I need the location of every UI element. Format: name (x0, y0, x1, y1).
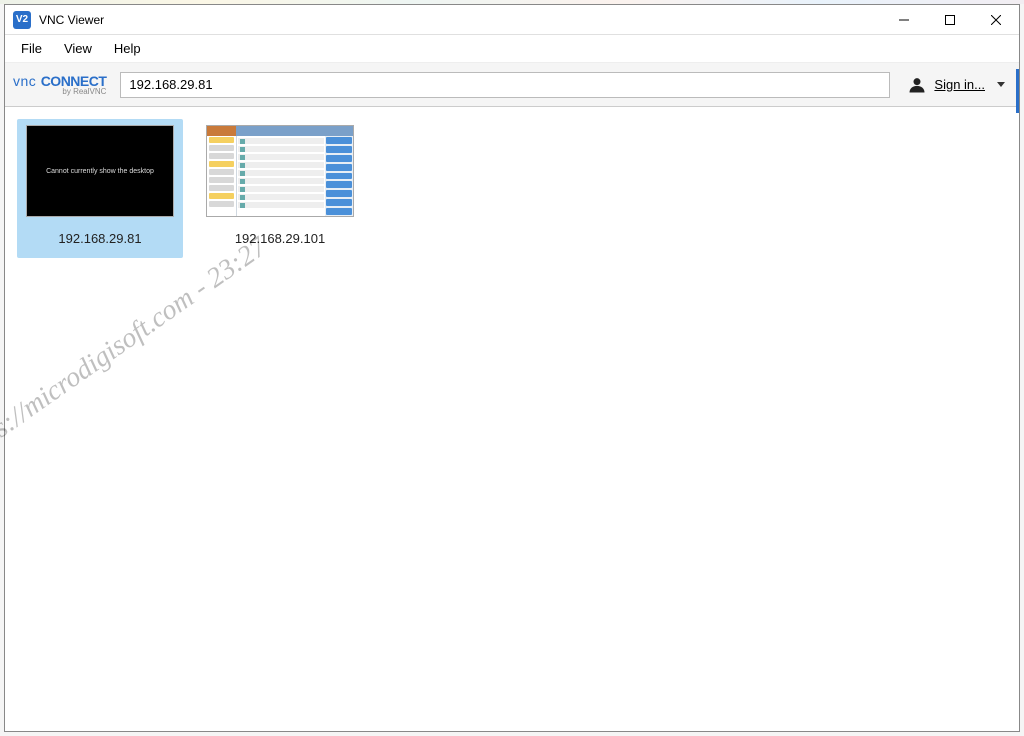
address-input[interactable] (120, 72, 890, 98)
window-controls (881, 5, 1019, 34)
menu-help[interactable]: Help (104, 37, 151, 60)
maximize-button[interactable] (927, 5, 973, 34)
logo-byline: by RealVNC (62, 88, 106, 96)
vnc-connect-logo: vnc CONNECT by RealVNC (13, 74, 106, 96)
maximize-icon (945, 15, 955, 25)
user-icon (906, 74, 928, 96)
thumbnail-message: Cannot currently show the desktop (46, 168, 154, 175)
sign-in-label: Sign in... (934, 77, 985, 92)
logo-vnc-text: vnc (13, 73, 36, 89)
minimize-icon (899, 15, 909, 25)
menu-file[interactable]: File (11, 37, 52, 60)
vnc-viewer-window: V2 VNC Viewer File View Help vnc CONNECT… (4, 4, 1020, 732)
menubar: File View Help (5, 35, 1019, 63)
minimize-button[interactable] (881, 5, 927, 34)
connection-thumbnail: Cannot currently show the desktop (26, 125, 174, 217)
connection-card[interactable]: Cannot currently show the desktop 192.16… (17, 119, 183, 258)
app-icon: V2 (13, 11, 31, 29)
toolbar: vnc CONNECT by RealVNC Sign in... (5, 63, 1019, 107)
connection-label: 192.168.29.101 (235, 231, 325, 246)
connection-thumbnail (206, 125, 354, 217)
connections-grid: Cannot currently show the desktop 192.16… (5, 107, 1019, 731)
connection-card[interactable]: 192.168.29.101 (197, 119, 363, 258)
connection-label: 192.168.29.81 (58, 231, 141, 246)
menu-view[interactable]: View (54, 37, 102, 60)
close-icon (991, 15, 1001, 25)
sign-in-button[interactable]: Sign in... (900, 74, 1011, 96)
chevron-down-icon (997, 82, 1005, 87)
window-title: VNC Viewer (39, 13, 881, 27)
edge-accent (1016, 69, 1019, 113)
titlebar: V2 VNC Viewer (5, 5, 1019, 35)
close-button[interactable] (973, 5, 1019, 34)
